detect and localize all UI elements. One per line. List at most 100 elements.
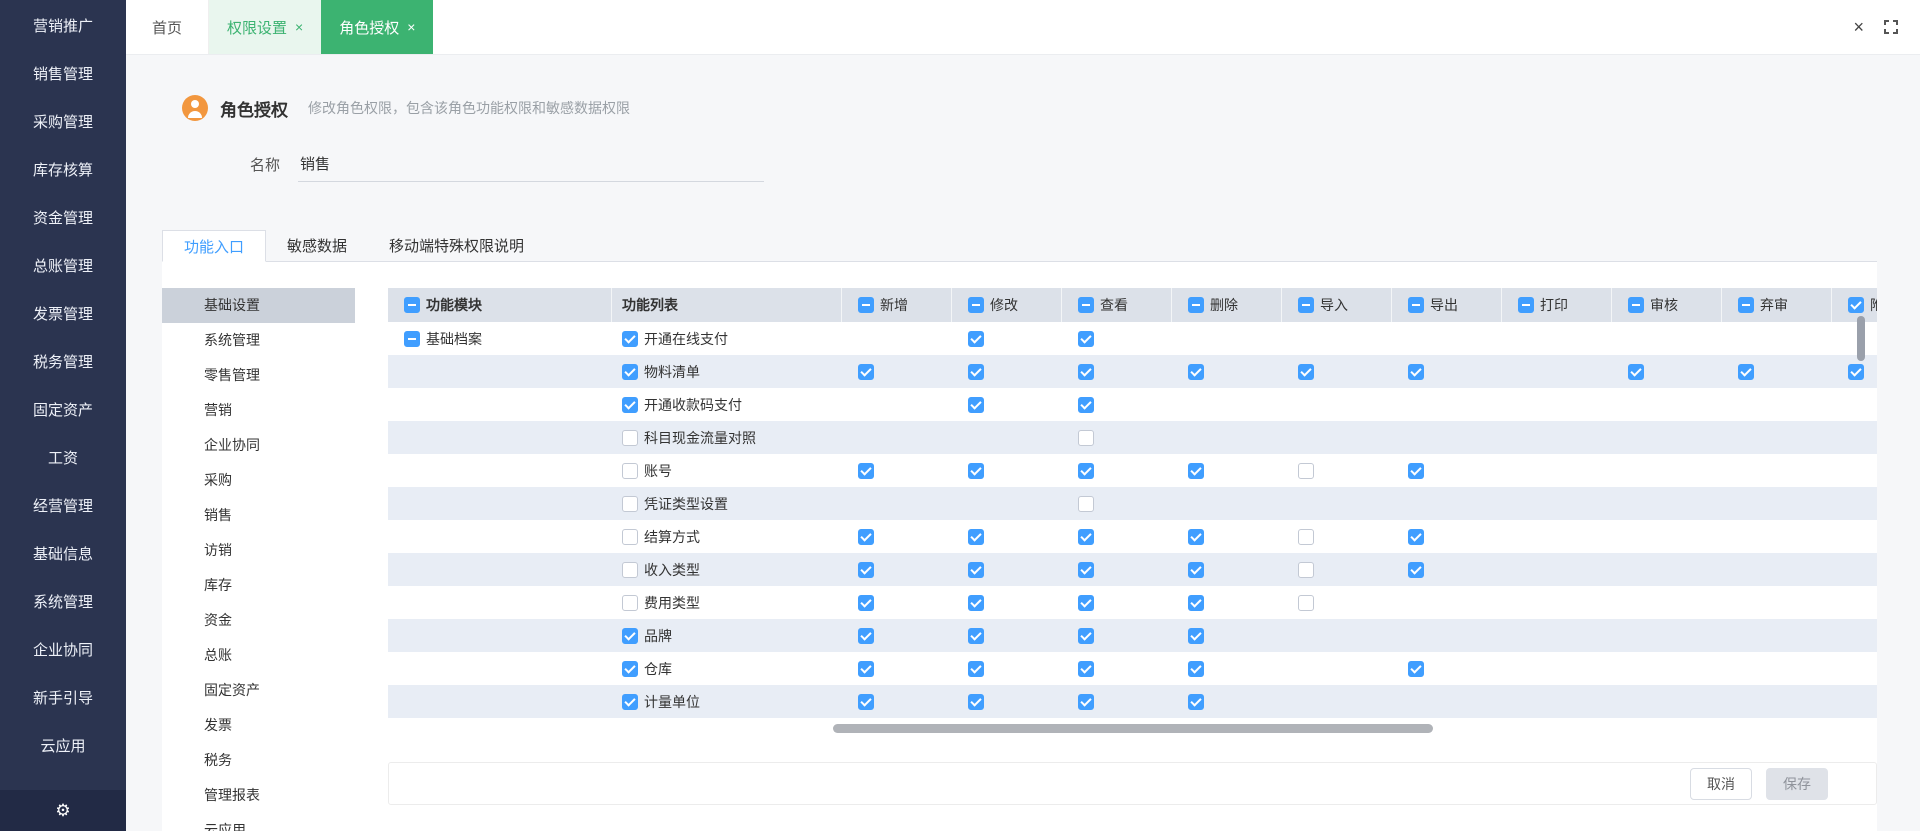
checkbox-checked[interactable] bbox=[1078, 561, 1094, 578]
checkbox-checked[interactable] bbox=[1408, 561, 1424, 578]
sidebar-item[interactable]: 基础信息 bbox=[0, 531, 126, 579]
checkbox-checked[interactable] bbox=[858, 363, 874, 380]
checkbox-checked[interactable] bbox=[968, 561, 984, 578]
checkbox-checked[interactable] bbox=[1408, 660, 1424, 677]
checkbox-unchecked[interactable] bbox=[622, 429, 638, 446]
checkbox-checked[interactable] bbox=[1188, 462, 1204, 479]
module-menu-item[interactable]: 企业协同 bbox=[162, 428, 355, 463]
checkbox-indeterminate[interactable] bbox=[1298, 297, 1314, 313]
checkbox-checked[interactable] bbox=[1188, 627, 1204, 644]
checkbox-indeterminate[interactable] bbox=[404, 297, 420, 313]
sidebar-item[interactable]: 企业协同 bbox=[0, 627, 126, 675]
checkbox-checked[interactable] bbox=[968, 594, 984, 611]
role-name-input[interactable]: 销售 bbox=[298, 153, 765, 182]
sidebar-item[interactable]: 经营管理 bbox=[0, 483, 126, 531]
detail-tab[interactable]: 功能入口 bbox=[162, 230, 267, 262]
checkbox-unchecked[interactable] bbox=[1298, 462, 1314, 479]
checkbox-unchecked[interactable] bbox=[622, 561, 638, 578]
save-button[interactable]: 保存 bbox=[1766, 767, 1828, 800]
checkbox-indeterminate[interactable] bbox=[968, 297, 984, 313]
checkbox-checked[interactable] bbox=[968, 396, 984, 413]
checkbox-unchecked[interactable] bbox=[622, 594, 638, 611]
fullscreen-icon[interactable] bbox=[1884, 20, 1898, 34]
checkbox-unchecked[interactable] bbox=[1298, 594, 1314, 611]
checkbox-checked[interactable] bbox=[1188, 363, 1204, 380]
checkbox-checked[interactable] bbox=[622, 693, 638, 710]
checkbox-checked[interactable] bbox=[858, 594, 874, 611]
checkbox-checked[interactable] bbox=[968, 462, 984, 479]
checkbox-checked[interactable] bbox=[1078, 462, 1094, 479]
tab-close-icon[interactable]: × bbox=[295, 20, 303, 34]
checkbox-checked[interactable] bbox=[858, 561, 874, 578]
checkbox-checked[interactable] bbox=[1188, 594, 1204, 611]
sidebar-item[interactable]: 资金管理 bbox=[0, 195, 126, 243]
checkbox-unchecked[interactable] bbox=[622, 462, 638, 479]
checkbox-checked[interactable] bbox=[1408, 363, 1424, 380]
checkbox-checked[interactable] bbox=[858, 660, 874, 677]
vertical-scrollbar-thumb[interactable] bbox=[1857, 316, 1865, 361]
module-menu-item[interactable]: 固定资产 bbox=[162, 673, 355, 708]
module-menu-item[interactable]: 系统管理 bbox=[162, 323, 355, 358]
sidebar-item[interactable]: 工资 bbox=[0, 435, 126, 483]
checkbox-unchecked[interactable] bbox=[1078, 495, 1094, 512]
checkbox-checked[interactable] bbox=[858, 528, 874, 545]
checkbox-checked[interactable] bbox=[1078, 396, 1094, 413]
checkbox-checked[interactable] bbox=[1848, 363, 1864, 380]
checkbox-unchecked[interactable] bbox=[1298, 561, 1314, 578]
checkbox-checked[interactable] bbox=[1078, 627, 1094, 644]
checkbox-checked[interactable] bbox=[1078, 363, 1094, 380]
checkbox-checked[interactable] bbox=[968, 363, 984, 380]
sidebar-item[interactable]: 库存核算 bbox=[0, 147, 126, 195]
checkbox-checked[interactable] bbox=[1738, 363, 1754, 380]
checkbox-indeterminate[interactable] bbox=[858, 297, 874, 313]
sidebar-item[interactable]: 发票管理 bbox=[0, 291, 126, 339]
sidebar-item[interactable]: 系统管理 bbox=[0, 579, 126, 627]
module-menu-item[interactable]: 资金 bbox=[162, 603, 355, 638]
checkbox-checked[interactable] bbox=[1298, 363, 1314, 380]
module-menu-item[interactable]: 库存 bbox=[162, 568, 355, 603]
checkbox-checked[interactable] bbox=[858, 462, 874, 479]
detail-tab[interactable]: 敏感数据 bbox=[266, 230, 368, 261]
checkbox-indeterminate[interactable] bbox=[404, 330, 420, 347]
page-tab[interactable]: 权限设置 × bbox=[209, 0, 322, 54]
checkbox-checked[interactable] bbox=[1078, 660, 1094, 677]
sidebar-item[interactable]: 采购管理 bbox=[0, 99, 126, 147]
checkbox-checked[interactable] bbox=[968, 627, 984, 644]
settings-gear-button[interactable]: ⚙ bbox=[0, 790, 126, 831]
checkbox-checked[interactable] bbox=[858, 693, 874, 710]
module-menu-item[interactable]: 发票 bbox=[162, 708, 355, 743]
checkbox-indeterminate[interactable] bbox=[1518, 297, 1534, 313]
checkbox-checked[interactable] bbox=[1078, 594, 1094, 611]
checkbox-unchecked[interactable] bbox=[622, 495, 638, 512]
module-menu-item[interactable]: 管理报表 bbox=[162, 778, 355, 813]
checkbox-checked[interactable] bbox=[1628, 363, 1644, 380]
module-menu-item[interactable]: 营销 bbox=[162, 393, 355, 428]
checkbox-unchecked[interactable] bbox=[1078, 429, 1094, 446]
page-tab[interactable]: 角色授权 × bbox=[321, 0, 434, 54]
checkbox-indeterminate[interactable] bbox=[1078, 297, 1094, 313]
module-menu-item[interactable]: 总账 bbox=[162, 638, 355, 673]
checkbox-indeterminate[interactable] bbox=[1408, 297, 1424, 313]
checkbox-checked[interactable] bbox=[1848, 297, 1864, 313]
checkbox-checked[interactable] bbox=[622, 330, 638, 347]
sidebar-item[interactable]: 固定资产 bbox=[0, 387, 126, 435]
module-menu-item[interactable]: 访销 bbox=[162, 533, 355, 568]
checkbox-checked[interactable] bbox=[1078, 528, 1094, 545]
module-menu-item[interactable]: 基础设置 bbox=[162, 288, 355, 323]
checkbox-unchecked[interactable] bbox=[1298, 528, 1314, 545]
checkbox-checked[interactable] bbox=[968, 528, 984, 545]
checkbox-checked[interactable] bbox=[968, 693, 984, 710]
detail-tab[interactable]: 移动端特殊权限说明 bbox=[368, 230, 545, 261]
sidebar-item[interactable]: 总账管理 bbox=[0, 243, 126, 291]
module-menu-item[interactable]: 零售管理 bbox=[162, 358, 355, 393]
module-menu-item[interactable]: 采购 bbox=[162, 463, 355, 498]
checkbox-checked[interactable] bbox=[1188, 528, 1204, 545]
checkbox-checked[interactable] bbox=[1078, 693, 1094, 710]
cancel-button[interactable]: 取消 bbox=[1690, 767, 1752, 800]
tab-home[interactable]: 首页 bbox=[126, 0, 210, 54]
module-menu-item[interactable]: 税务 bbox=[162, 743, 355, 778]
module-menu-item[interactable]: 云应用 bbox=[162, 813, 355, 831]
checkbox-checked[interactable] bbox=[1408, 528, 1424, 545]
close-icon[interactable]: × bbox=[1853, 18, 1864, 36]
checkbox-checked[interactable] bbox=[968, 660, 984, 677]
